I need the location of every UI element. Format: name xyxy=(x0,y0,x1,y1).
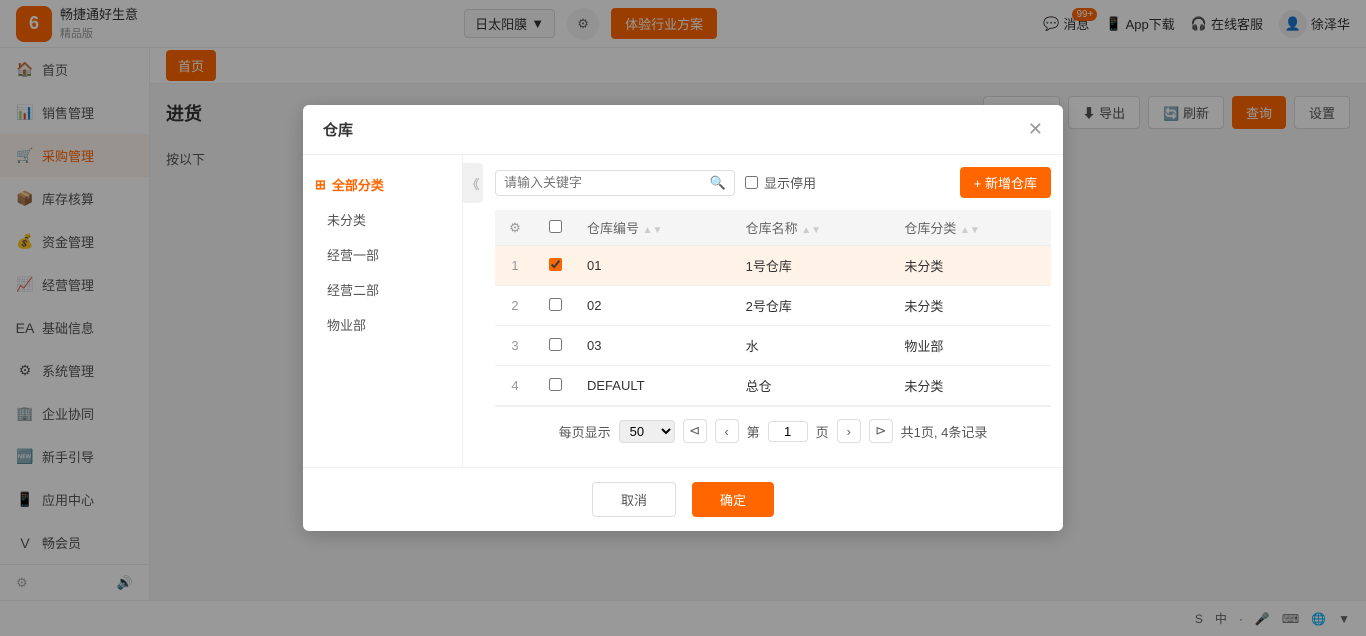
pagination: 每页显示 50 20 100 ⊲ ‹ 第 xyxy=(495,406,1051,455)
select-all-checkbox[interactable] xyxy=(549,220,562,233)
all-categories-label: 全部分类 xyxy=(332,175,384,194)
category-item-未分类[interactable]: 未分类 xyxy=(303,202,462,237)
table-row[interactable]: 1 01 1号仓库 未分类 xyxy=(495,246,1051,286)
row-name: 总仓 xyxy=(734,366,893,406)
warehouse-modal: 仓库 ✕ ⊞ 全部分类 未分类经营一部经营二部物业部 xyxy=(303,105,1063,531)
row-checkbox-cell xyxy=(535,326,575,366)
row-name: 1号仓库 xyxy=(734,246,893,286)
page-size-select[interactable]: 50 20 100 xyxy=(619,420,675,443)
row-code: 03 xyxy=(575,326,734,366)
col-settings: ⚙ xyxy=(495,210,535,246)
category-item-经营一部[interactable]: 经营一部 xyxy=(303,237,462,272)
row-checkbox-cell xyxy=(535,246,575,286)
sort-icon-name: ▲▼ xyxy=(801,225,821,236)
row-num: 3 xyxy=(495,326,535,366)
row-category: 未分类 xyxy=(892,286,1051,326)
row-checkbox[interactable] xyxy=(549,378,562,391)
page-unit: 页 xyxy=(816,422,829,441)
row-checkbox[interactable] xyxy=(549,258,562,271)
all-categories-item[interactable]: ⊞ 全部分类 xyxy=(303,167,462,202)
modal-footer: 取消 确定 xyxy=(303,467,1063,531)
show-disabled-label: 显示停用 xyxy=(764,173,816,192)
page-input[interactable] xyxy=(768,421,808,442)
table-row[interactable]: 4 DEFAULT 总仓 未分类 xyxy=(495,366,1051,406)
col-name: 仓库名称 ▲▼ xyxy=(734,210,893,246)
warehouse-table: ⚙ 仓库编号 ▲▼ 仓库名称 ▲▼ xyxy=(495,210,1051,406)
per-page-label: 每页显示 xyxy=(559,422,611,441)
row-num: 1 xyxy=(495,246,535,286)
row-code: DEFAULT xyxy=(575,366,734,406)
next-page-button[interactable]: › xyxy=(837,419,861,443)
search-input[interactable] xyxy=(504,175,706,190)
table-header: ⚙ 仓库编号 ▲▼ 仓库名称 ▲▼ xyxy=(495,210,1051,246)
category-item-经营二部[interactable]: 经营二部 xyxy=(303,272,462,307)
total-info: 共1页, 4条记录 xyxy=(901,422,988,441)
table-row[interactable]: 3 03 水 物业部 xyxy=(495,326,1051,366)
modal-body: ⊞ 全部分类 未分类经营一部经营二部物业部 《 xyxy=(303,155,1063,467)
show-disabled-toggle[interactable]: 显示停用 xyxy=(745,173,816,192)
row-num: 4 xyxy=(495,366,535,406)
category-panel: ⊞ 全部分类 未分类经营一部经营二部物业部 xyxy=(303,155,463,467)
warehouse-data-table: ⚙ 仓库编号 ▲▼ 仓库名称 ▲▼ xyxy=(495,210,1051,406)
modal-title: 仓库 xyxy=(323,119,353,140)
warehouse-toolbar: 🔍 显示停用 + 新增仓库 xyxy=(495,167,1051,198)
chevron-left-icon: 《 xyxy=(466,174,479,193)
row-category: 未分类 xyxy=(892,246,1051,286)
last-page-button[interactable]: ⊳ xyxy=(869,419,893,443)
sort-icon-category: ▲▼ xyxy=(960,225,980,236)
row-num: 2 xyxy=(495,286,535,326)
search-icon: 🔍 xyxy=(710,175,726,191)
collapse-panel-button[interactable]: 《 xyxy=(463,163,483,203)
col-code: 仓库编号 ▲▼ xyxy=(575,210,734,246)
modal-overlay: 仓库 ✕ ⊞ 全部分类 未分类经营一部经营二部物业部 xyxy=(0,48,1366,600)
confirm-button[interactable]: 确定 xyxy=(692,482,774,517)
page-size-dropdown[interactable]: 50 20 100 xyxy=(619,420,675,443)
row-checkbox[interactable] xyxy=(549,338,562,351)
close-button[interactable]: ✕ xyxy=(1028,119,1043,140)
prev-page-button[interactable]: ‹ xyxy=(715,419,739,443)
row-category: 未分类 xyxy=(892,366,1051,406)
sort-icon: ▲▼ xyxy=(643,225,663,236)
category-item-物业部[interactable]: 物业部 xyxy=(303,307,462,342)
row-name: 2号仓库 xyxy=(734,286,893,326)
content-area: 首页 进货 🖨 打印 ⬇ 导出 🔄 刷新 查询 设置 xyxy=(150,48,1366,600)
warehouse-table-body: 1 01 1号仓库 未分类 2 02 2号仓库 未分类 3 03 水 物业部 4… xyxy=(495,246,1051,406)
row-code: 02 xyxy=(575,286,734,326)
col-checkbox xyxy=(535,210,575,246)
search-box[interactable]: 🔍 xyxy=(495,170,735,196)
warehouse-panel: 🔍 显示停用 + 新增仓库 xyxy=(483,155,1063,467)
row-code: 01 xyxy=(575,246,734,286)
row-checkbox-cell xyxy=(535,366,575,406)
col-category: 仓库分类 ▲▼ xyxy=(892,210,1051,246)
cancel-button[interactable]: 取消 xyxy=(592,482,676,517)
page-label: 第 xyxy=(747,422,760,441)
grid-icon: ⊞ xyxy=(315,177,326,193)
row-checkbox-cell xyxy=(535,286,575,326)
row-name: 水 xyxy=(734,326,893,366)
add-warehouse-button[interactable]: + 新增仓库 xyxy=(960,167,1051,198)
table-row[interactable]: 2 02 2号仓库 未分类 xyxy=(495,286,1051,326)
modal-header: 仓库 ✕ xyxy=(303,105,1063,155)
show-disabled-checkbox[interactable] xyxy=(745,176,758,189)
row-checkbox[interactable] xyxy=(549,298,562,311)
row-category: 物业部 xyxy=(892,326,1051,366)
first-page-button[interactable]: ⊲ xyxy=(683,419,707,443)
